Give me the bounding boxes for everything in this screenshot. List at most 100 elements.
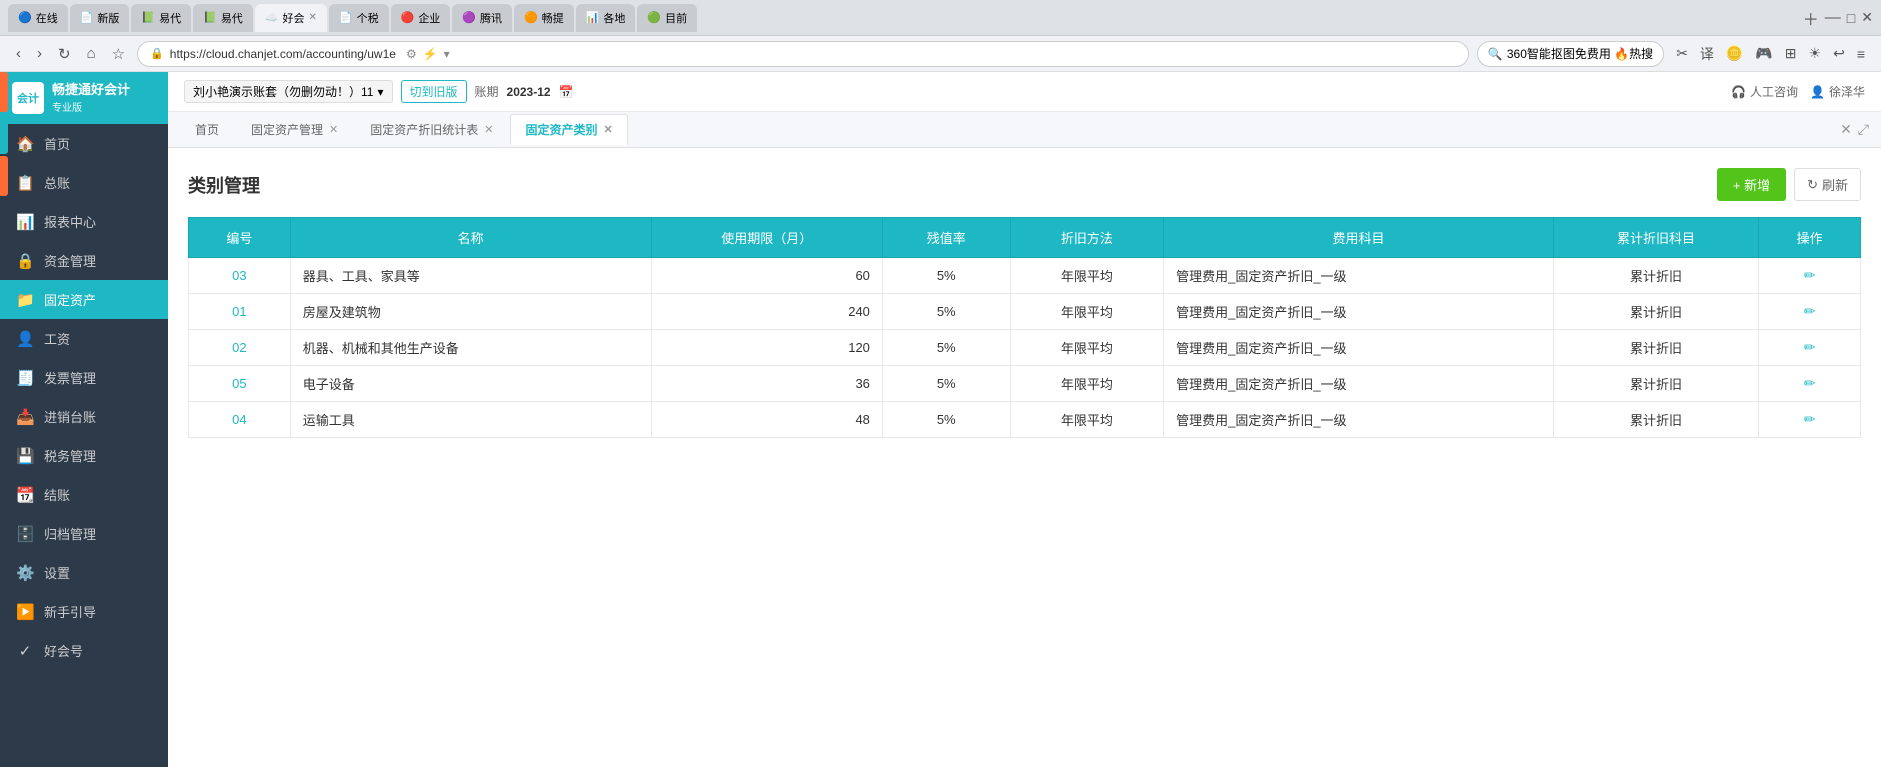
cell-period-2: 120 bbox=[651, 330, 882, 366]
url-chevron-icon[interactable]: ▾ bbox=[444, 47, 450, 61]
browser-restore-icon[interactable]: □ bbox=[1847, 10, 1855, 26]
browser-tab-online[interactable]: 🔵 在线 bbox=[8, 4, 68, 32]
sidebar-item-invoice[interactable]: 🧾 发票管理 bbox=[0, 358, 168, 397]
switch-version-button[interactable]: 切到旧版 bbox=[401, 80, 467, 103]
browser-tab-yidai1[interactable]: 📗 易代 bbox=[131, 4, 191, 32]
bookmark-button[interactable]: ☆ bbox=[108, 43, 129, 65]
user-info[interactable]: 👤 徐泽华 bbox=[1810, 83, 1865, 100]
site-info-icon[interactable]: ⚙ bbox=[406, 47, 417, 61]
undo-icon[interactable]: ↩ bbox=[1829, 43, 1849, 64]
search-bar[interactable]: 🔍 360智能抠图免费用 🔥热搜 bbox=[1477, 41, 1664, 67]
new-tab-icon[interactable]: ＋ bbox=[1803, 6, 1819, 30]
cell-code-1[interactable]: 01 bbox=[189, 294, 291, 330]
service-info[interactable]: 🎧 人工咨询 bbox=[1731, 83, 1798, 100]
browser-tab-qiye[interactable]: 🔴 企业 bbox=[391, 4, 451, 32]
home-nav-button[interactable]: ⌂ bbox=[83, 43, 100, 64]
tab-fullscreen-icon[interactable]: ⤢ bbox=[1858, 121, 1869, 138]
sidebar-item-capital[interactable]: 🔒 资金管理 bbox=[0, 241, 168, 280]
invoice-icon: 🧾 bbox=[16, 369, 34, 387]
browser-tab-new[interactable]: 📄 新版 bbox=[70, 4, 130, 32]
scissors-icon[interactable]: ✂ bbox=[1672, 43, 1692, 64]
translate-icon[interactable]: 译 bbox=[1696, 42, 1718, 66]
top-bar: 刘小艳演示账套（勿删勿动！）11 ▾ 切到旧版 账期 2023-12 📅 🎧 人… bbox=[168, 72, 1881, 112]
bolt-icon[interactable]: ⚡ bbox=[423, 47, 438, 61]
account-selector[interactable]: 刘小艳演示账套（勿删勿动！）11 ▾ bbox=[184, 80, 393, 103]
sidebar-item-ledger[interactable]: 📋 总账 bbox=[0, 163, 168, 202]
left-bar-item-3[interactable] bbox=[0, 156, 8, 196]
page-title: 类别管理 bbox=[188, 172, 260, 198]
data-table: 编号 名称 使用期限（月） 残值率 折旧方法 费用科目 累计折旧科目 操作 03… bbox=[188, 217, 1861, 438]
refresh-icon: ↻ bbox=[1807, 177, 1818, 193]
browser-tab-changt[interactable]: 🟠 畅提 bbox=[514, 4, 574, 32]
edit-button-4[interactable]: ✏ bbox=[1804, 411, 1816, 428]
cell-code-3[interactable]: 05 bbox=[189, 366, 291, 402]
browser-tab-muqian[interactable]: 🟢 目前 bbox=[637, 4, 697, 32]
back-button[interactable]: ‹ bbox=[12, 43, 25, 64]
page-tab-category[interactable]: 固定资产类别 ✕ bbox=[510, 114, 627, 145]
period-label: 账期 bbox=[475, 83, 499, 100]
cell-accumulated-2: 累计折旧 bbox=[1553, 330, 1758, 366]
browser-menu-icon[interactable]: — bbox=[1825, 9, 1841, 27]
page-tab-category-close[interactable]: ✕ bbox=[604, 123, 613, 136]
fixed-assets-icon: 📁 bbox=[16, 291, 34, 309]
url-bar[interactable]: 🔒 https://cloud.chanjet.com/accounting/u… bbox=[137, 41, 1469, 67]
coin-icon[interactable]: 🪙 bbox=[1722, 43, 1747, 64]
cell-action-4[interactable]: ✏ bbox=[1759, 402, 1861, 438]
browser-tab-yidai2[interactable]: 📗 易代 bbox=[193, 4, 253, 32]
cell-action-2[interactable]: ✏ bbox=[1759, 330, 1861, 366]
sidebar-item-haohui[interactable]: ✓ 好会号 bbox=[0, 631, 168, 670]
sidebar-item-home[interactable]: 🏠 首页 bbox=[0, 124, 168, 163]
cell-action-1[interactable]: ✏ bbox=[1759, 294, 1861, 330]
main-content: 刘小艳演示账套（勿删勿动！）11 ▾ 切到旧版 账期 2023-12 📅 🎧 人… bbox=[168, 72, 1881, 767]
cell-code-0[interactable]: 03 bbox=[189, 258, 291, 294]
more-icon[interactable]: ≡ bbox=[1853, 44, 1869, 64]
sidebar-item-guide[interactable]: ▶️ 新手引导 bbox=[0, 592, 168, 631]
browser-tab-gedi[interactable]: 📊 各地 bbox=[576, 4, 636, 32]
edit-button-0[interactable]: ✏ bbox=[1804, 267, 1816, 284]
edit-button-1[interactable]: ✏ bbox=[1804, 303, 1816, 320]
refresh-button[interactable]: ↻ 刷新 bbox=[1794, 168, 1861, 201]
cell-action-0[interactable]: ✏ bbox=[1759, 258, 1861, 294]
sidebar-item-tax[interactable]: 💾 税务管理 bbox=[0, 436, 168, 475]
left-bar-item-1[interactable] bbox=[0, 72, 8, 112]
sidebar-item-closing[interactable]: 📆 结账 bbox=[0, 475, 168, 514]
forward-button[interactable]: › bbox=[33, 43, 46, 64]
page-tab-home[interactable]: 首页 bbox=[180, 114, 234, 145]
cell-action-3[interactable]: ✏ bbox=[1759, 366, 1861, 402]
browser-tab-geshui[interactable]: 📄 个税 bbox=[329, 4, 389, 32]
refresh-nav-button[interactable]: ↻ bbox=[54, 43, 75, 65]
cell-code-4[interactable]: 04 bbox=[189, 402, 291, 438]
page-tab-fixed-mgmt[interactable]: 固定资产管理 ✕ bbox=[236, 114, 353, 145]
browser-close-icon[interactable]: ✕ bbox=[1861, 9, 1873, 26]
cell-code-2[interactable]: 02 bbox=[189, 330, 291, 366]
sidebar-item-fixed-assets[interactable]: 📁 固定资产 bbox=[0, 280, 168, 319]
col-expense: 费用科目 bbox=[1164, 218, 1554, 258]
tab-minimize-icon[interactable]: ✕ bbox=[1840, 121, 1852, 138]
grid-icon[interactable]: ⊞ bbox=[1781, 43, 1801, 64]
page-tab-depreciation-table[interactable]: 固定资产折旧统计表 ✕ bbox=[355, 114, 508, 145]
browser-tab-tencent[interactable]: 🟣 腾讯 bbox=[452, 4, 512, 32]
nav-bar: ‹ › ↻ ⌂ ☆ 🔒 https://cloud.chanjet.com/ac… bbox=[0, 36, 1881, 72]
page-tab-fixed-mgmt-close[interactable]: ✕ bbox=[329, 123, 338, 136]
game-icon[interactable]: 🎮 bbox=[1751, 43, 1776, 64]
sidebar-item-archive[interactable]: 🗄️ 归档管理 bbox=[0, 514, 168, 553]
calendar-icon[interactable]: 📅 bbox=[559, 85, 574, 99]
cell-expense-0: 管理费用_固定资产折旧_一级 bbox=[1164, 258, 1554, 294]
sidebar-item-payroll[interactable]: 👤 工资 bbox=[0, 319, 168, 358]
haohui-icon: ✓ bbox=[16, 642, 34, 660]
sidebar-item-tax-label: 税务管理 bbox=[44, 446, 96, 465]
edit-button-3[interactable]: ✏ bbox=[1804, 375, 1816, 392]
refresh-label: 刷新 bbox=[1822, 175, 1848, 194]
table-body: 03 器具、工具、家具等 60 5% 年限平均 管理费用_固定资产折旧_一级 累… bbox=[189, 258, 1861, 438]
sidebar-item-settings[interactable]: ⚙️ 设置 bbox=[0, 553, 168, 592]
user-name: 徐泽华 bbox=[1829, 83, 1865, 100]
left-bar-item-2[interactable] bbox=[0, 114, 8, 154]
sidebar-item-inventory[interactable]: 📥 进销台账 bbox=[0, 397, 168, 436]
edit-button-2[interactable]: ✏ bbox=[1804, 339, 1816, 356]
browser-tab-haohui[interactable]: ☁️ 好会 ✕ bbox=[255, 4, 327, 32]
add-button[interactable]: + 新增 bbox=[1717, 168, 1786, 201]
cell-expense-2: 管理费用_固定资产折旧_一级 bbox=[1164, 330, 1554, 366]
sun-icon[interactable]: ☀ bbox=[1805, 43, 1826, 64]
sidebar-item-reports[interactable]: 📊 报表中心 bbox=[0, 202, 168, 241]
page-tab-depreciation-table-close[interactable]: ✕ bbox=[484, 123, 493, 136]
